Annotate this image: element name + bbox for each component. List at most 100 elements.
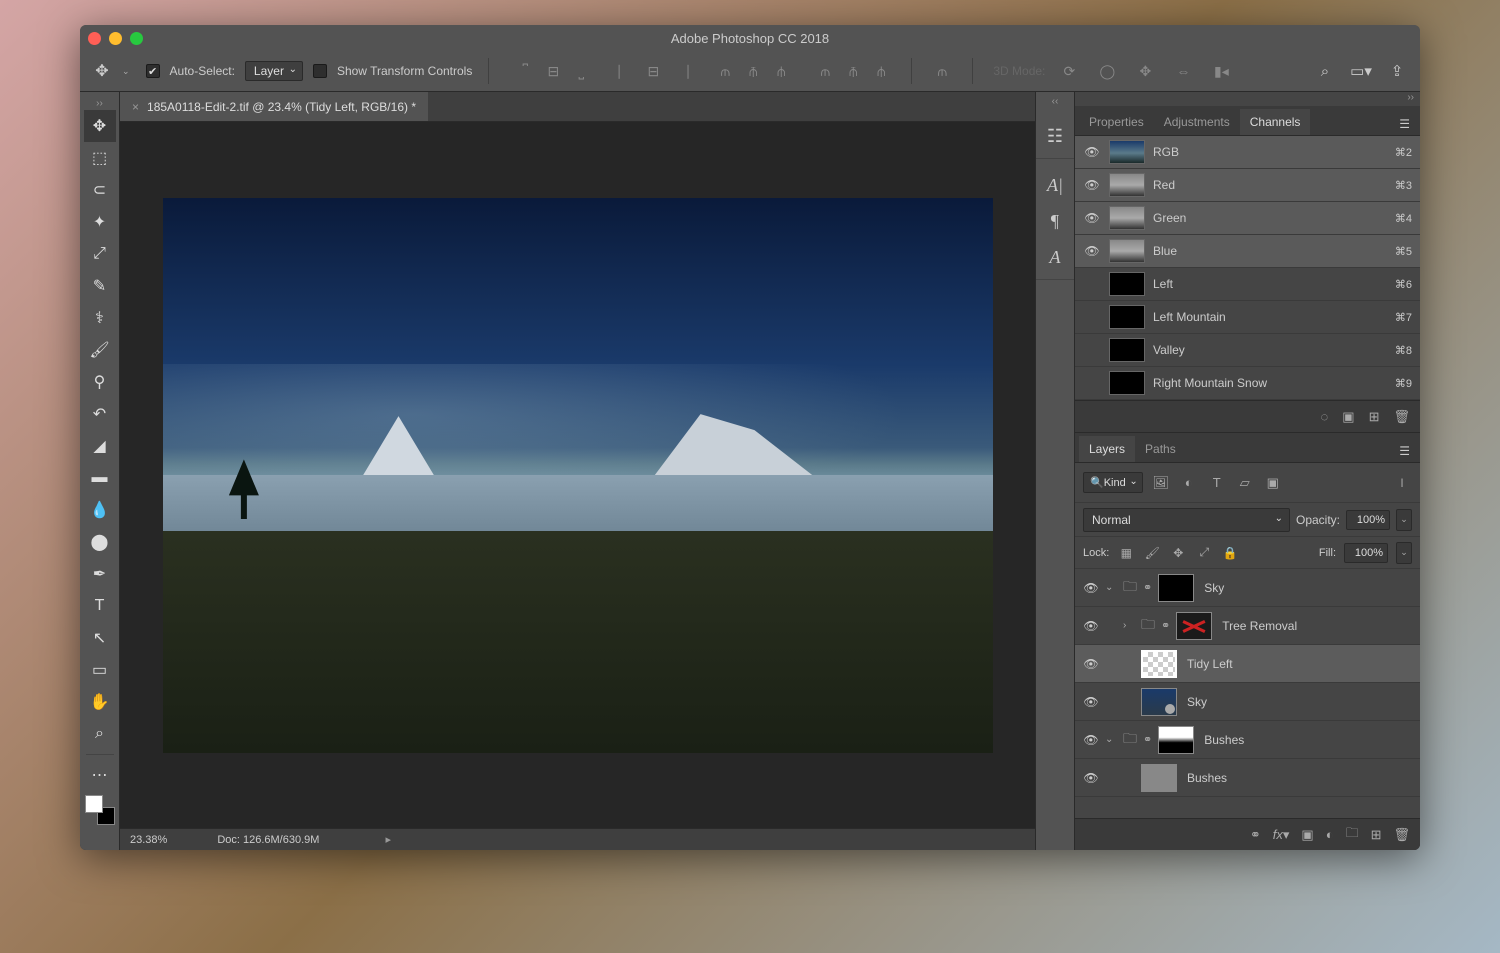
- distribute-left-icon[interactable]: ⫙: [811, 57, 839, 85]
- 3d-pan-icon[interactable]: ✥: [1131, 57, 1159, 85]
- layer-thumbnail[interactable]: [1141, 688, 1177, 716]
- distribute-top-icon[interactable]: ⫙: [711, 57, 739, 85]
- save-selection-channel-icon[interactable]: ▣: [1342, 409, 1354, 425]
- status-info-icon[interactable]: ▸: [385, 833, 391, 846]
- clone-stamp-tool[interactable]: ⚲: [84, 366, 116, 398]
- visibility-toggle-icon[interactable]: 👁: [1081, 579, 1101, 597]
- layers-tab[interactable]: Layers: [1079, 436, 1135, 462]
- delete-channel-icon[interactable]: 🗑: [1393, 409, 1410, 425]
- filter-type-icon[interactable]: T: [1207, 473, 1227, 493]
- layer-row[interactable]: 👁› 🗀 ⚭ Tree Removal: [1075, 607, 1420, 645]
- maximize-window-button[interactable]: [130, 32, 143, 45]
- visibility-toggle-icon[interactable]: [1083, 275, 1101, 293]
- healing-brush-tool[interactable]: ⚕: [84, 302, 116, 334]
- layer-thumbnail[interactable]: [1141, 650, 1177, 678]
- share-icon[interactable]: ⇪: [1386, 60, 1408, 82]
- path-select-tool[interactable]: ↖: [84, 622, 116, 654]
- eraser-tool[interactable]: ◢: [84, 430, 116, 462]
- foreground-color-swatch[interactable]: [85, 795, 103, 813]
- visibility-toggle-icon[interactable]: [1083, 308, 1101, 326]
- fill-dropdown-icon[interactable]: ⌄: [1396, 542, 1412, 564]
- 3d-camera-icon[interactable]: ▮◂: [1207, 57, 1235, 85]
- layer-row[interactable]: 👁Tidy Left: [1075, 645, 1420, 683]
- opacity-dropdown-icon[interactable]: ⌄: [1396, 509, 1412, 531]
- character-panel-icon[interactable]: A|: [1041, 171, 1069, 199]
- blend-mode-select[interactable]: Normal: [1083, 508, 1290, 532]
- visibility-toggle-icon[interactable]: 👁: [1083, 209, 1101, 227]
- lock-all-icon[interactable]: 🔒: [1221, 544, 1239, 562]
- filter-pixel-icon[interactable]: 🖼: [1151, 473, 1171, 493]
- lasso-tool[interactable]: ⊂: [84, 174, 116, 206]
- new-layer-icon[interactable]: ⊞: [1371, 827, 1382, 843]
- layer-thumbnail[interactable]: [1141, 764, 1177, 792]
- quick-select-tool[interactable]: ✦: [84, 206, 116, 238]
- channel-row[interactable]: 👁 Blue ⌘5: [1075, 235, 1420, 268]
- search-icon[interactable]: ⌕: [1314, 60, 1336, 82]
- paragraph-panel-icon[interactable]: ¶: [1041, 207, 1069, 235]
- load-channel-selection-icon[interactable]: ◌: [1321, 409, 1329, 424]
- history-brush-tool[interactable]: ↶: [84, 398, 116, 430]
- glyphs-panel-icon[interactable]: A: [1041, 243, 1069, 271]
- disclosure-icon[interactable]: ⌄: [1105, 734, 1119, 745]
- layer-row[interactable]: 👁 Bushes: [1075, 759, 1420, 797]
- channel-row[interactable]: Valley ⌘8: [1075, 334, 1420, 367]
- edit-toolbar-icon[interactable]: ⋯: [84, 759, 116, 791]
- filter-shape-icon[interactable]: ▱: [1235, 473, 1255, 493]
- new-channel-icon[interactable]: ⊞: [1369, 409, 1380, 425]
- layer-name[interactable]: Bushes: [1187, 771, 1414, 785]
- disclosure-icon[interactable]: ›: [1123, 620, 1137, 631]
- new-adjustment-icon[interactable]: ◐: [1326, 827, 1334, 842]
- type-tool[interactable]: T: [84, 590, 116, 622]
- visibility-toggle-icon[interactable]: 👁: [1081, 693, 1101, 711]
- adjustments-tab[interactable]: Adjustments: [1154, 109, 1240, 135]
- opacity-input[interactable]: 100%: [1346, 510, 1390, 530]
- zoom-tool[interactable]: ⌕: [84, 718, 116, 750]
- marquee-tool[interactable]: ⬚: [84, 142, 116, 174]
- visibility-toggle-icon[interactable]: 👁: [1083, 143, 1101, 161]
- auto-select-checkbox[interactable]: ✔: [146, 64, 160, 78]
- rectangle-tool[interactable]: ▭: [84, 654, 116, 686]
- layer-name[interactable]: Sky: [1187, 695, 1414, 709]
- canvas-viewport[interactable]: [120, 122, 1035, 828]
- channel-row[interactable]: 👁 Green ⌘4: [1075, 202, 1420, 235]
- visibility-toggle-icon[interactable]: 👁: [1081, 769, 1101, 787]
- layer-name[interactable]: Sky: [1204, 581, 1414, 595]
- eyedropper-tool[interactable]: ✎: [84, 270, 116, 302]
- layer-name[interactable]: Tidy Left: [1187, 657, 1414, 671]
- 3d-roll-icon[interactable]: ◯: [1093, 57, 1121, 85]
- move-tool[interactable]: ✥: [84, 110, 116, 142]
- layer-filter-select[interactable]: 🔍Kind: [1083, 472, 1143, 493]
- minimize-window-button[interactable]: [109, 32, 122, 45]
- new-group-icon[interactable]: 🗀: [1346, 824, 1359, 846]
- align-top-icon[interactable]: ⎴: [511, 57, 539, 85]
- dodge-tool[interactable]: ⬤: [84, 526, 116, 558]
- align-right-icon[interactable]: ⎹: [667, 57, 695, 85]
- 3d-slide-icon[interactable]: ⇔: [1169, 57, 1197, 85]
- hand-tool[interactable]: ✋: [84, 686, 116, 718]
- distribute-bottom-icon[interactable]: ⫛: [767, 57, 795, 85]
- layer-name[interactable]: Tree Removal: [1222, 619, 1414, 633]
- lock-transparency-icon[interactable]: ▦: [1117, 544, 1135, 562]
- auto-select-target-select[interactable]: Layer: [245, 61, 303, 81]
- align-left-icon[interactable]: ⎸: [611, 57, 639, 85]
- link-layers-icon[interactable]: ⚭: [1250, 827, 1261, 843]
- crop-tool[interactable]: ⤢: [84, 238, 116, 270]
- auto-align-icon[interactable]: ⫙: [928, 57, 956, 85]
- visibility-toggle-icon[interactable]: 👁: [1083, 242, 1101, 260]
- lock-position-icon[interactable]: ✥: [1169, 544, 1187, 562]
- layer-row[interactable]: 👁 Sky: [1075, 683, 1420, 721]
- visibility-toggle-icon[interactable]: 👁: [1081, 731, 1101, 749]
- zoom-level[interactable]: 23.38%: [130, 834, 167, 846]
- layer-mask-thumbnail[interactable]: [1158, 574, 1194, 602]
- 3d-orbit-icon[interactable]: ⟳: [1055, 57, 1083, 85]
- visibility-toggle-icon[interactable]: [1083, 374, 1101, 392]
- delete-layer-icon[interactable]: 🗑: [1393, 827, 1410, 843]
- close-window-button[interactable]: [88, 32, 101, 45]
- tool-preset-dropdown[interactable]: ⌄: [122, 66, 130, 77]
- channel-row[interactable]: 👁 RGB ⌘2: [1075, 136, 1420, 169]
- layer-style-icon[interactable]: fx▾: [1273, 827, 1290, 843]
- channel-row[interactable]: Right Mountain Snow ⌘9: [1075, 367, 1420, 400]
- paths-tab[interactable]: Paths: [1135, 436, 1186, 462]
- fill-input[interactable]: 100%: [1344, 543, 1388, 563]
- distribute-hcenter-icon[interactable]: ⫚: [839, 57, 867, 85]
